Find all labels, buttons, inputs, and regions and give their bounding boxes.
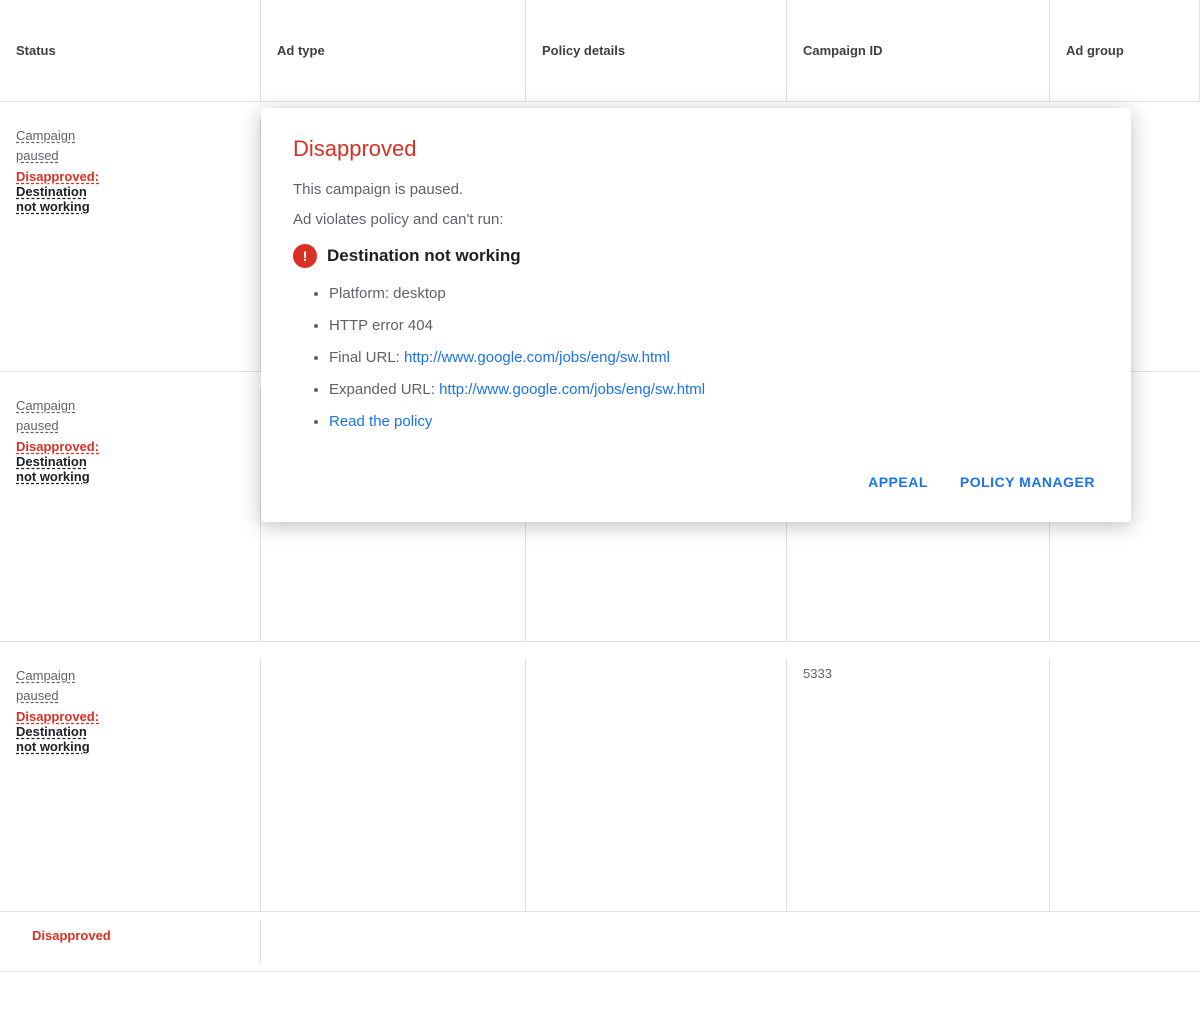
td-status-bottom: Disapproved [0, 920, 261, 963]
status-campaign-paused-3: Campaign paused [16, 666, 244, 705]
popup-subtitle2: Ad violates policy and can't run: [293, 208, 1099, 232]
final-url-label: Final URL: [329, 349, 404, 366]
table-container: Status Ad type Policy details Campaign I… [0, 0, 1200, 1011]
policy-manager-button[interactable]: POLICY MANAGER [956, 466, 1099, 498]
policy-list: Platform: desktop HTTP error 404 Final U… [293, 282, 1099, 434]
popup-actions: APPEAL POLICY MANAGER [293, 454, 1099, 498]
td-adtype-3 [261, 658, 526, 911]
policy-header: ! Destination not working [293, 244, 1099, 268]
popup-title: Disapproved [293, 136, 1099, 162]
status-disapproved-3: Disapproved: [16, 709, 244, 724]
th-policy: Policy details [526, 0, 787, 101]
final-url-link[interactable]: http://www.google.com/jobs/eng/sw.html [404, 349, 670, 366]
th-status: Status [0, 0, 261, 101]
list-item: Final URL: http://www.google.com/jobs/en… [329, 346, 1099, 370]
status-destination-2: Destination not working [16, 454, 244, 484]
td-campaign-3: 5333 [787, 658, 1050, 911]
table-header: Status Ad type Policy details Campaign I… [0, 0, 1200, 102]
td-status-1: Campaign paused Disapproved: Destination… [0, 118, 261, 371]
td-adgroup-3 [1050, 658, 1200, 911]
list-item: Expanded URL: http://www.google.com/jobs… [329, 378, 1099, 402]
th-adtype: Ad type [261, 0, 526, 101]
list-item: Platform: desktop [329, 282, 1099, 306]
th-adgroup: Ad group [1050, 0, 1200, 101]
bottom-row: Disapproved [0, 912, 1200, 972]
appeal-button[interactable]: APPEAL [864, 466, 932, 498]
td-status-3: Campaign paused Disapproved: Destination… [0, 658, 261, 911]
popup-overlay: Disapproved This campaign is paused. Ad … [261, 108, 1131, 522]
status-campaign-paused-2: Campaign paused [16, 396, 244, 435]
table-row: Campaign paused Disapproved: Destination… [0, 642, 1200, 912]
policy-section: ! Destination not working Platform: desk… [293, 244, 1099, 434]
list-item: Read the policy [329, 410, 1099, 434]
read-policy-link[interactable]: Read the policy [329, 413, 432, 430]
list-item: HTTP error 404 [329, 314, 1099, 338]
status-destination-3: Destination not working [16, 724, 244, 754]
error-icon: ! [293, 244, 317, 268]
policy-title: Destination not working [327, 246, 521, 266]
expanded-url-label: Expanded URL: [329, 381, 439, 398]
td-policy-3 [526, 658, 787, 911]
status-disapproved-1: Disapproved: [16, 169, 244, 184]
th-campaign: Campaign ID [787, 0, 1050, 101]
popup-subtitle1: This campaign is paused. [293, 178, 1099, 202]
status-campaign-paused-1: Campaign paused [16, 126, 244, 165]
status-destination-1: Destination not working [16, 184, 244, 214]
expanded-url-link[interactable]: http://www.google.com/jobs/eng/sw.html [439, 381, 705, 398]
status-disapproved-2: Disapproved: [16, 439, 244, 454]
td-status-2: Campaign paused Disapproved: Destination… [0, 388, 261, 641]
